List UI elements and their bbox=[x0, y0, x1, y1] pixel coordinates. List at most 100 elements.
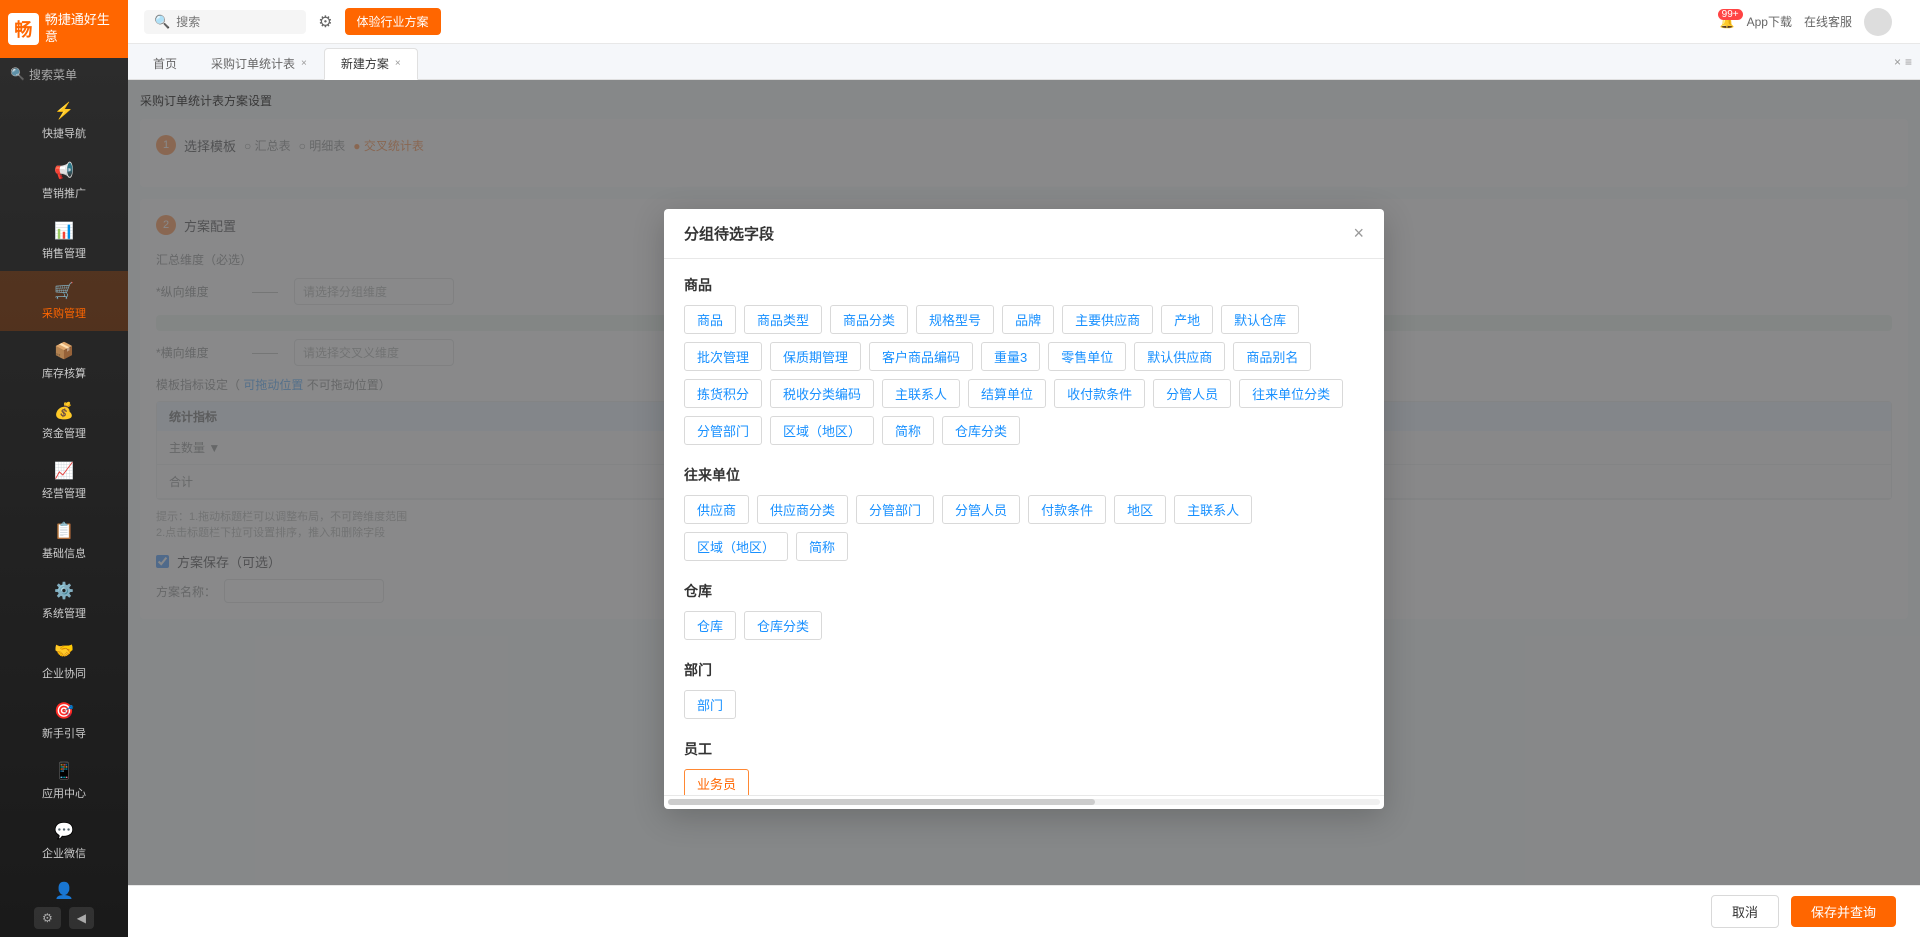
field-warehouse[interactable]: 仓库 bbox=[684, 611, 736, 640]
sales-icon: 📊 bbox=[54, 221, 74, 241]
field-retail-unit[interactable]: 零售单位 bbox=[1048, 342, 1126, 371]
field-product[interactable]: 商品 bbox=[684, 305, 736, 334]
topbar-gear-btn[interactable]: ⚙ bbox=[314, 8, 336, 36]
sidebar-item-member[interactable]: 👤 畅会员 bbox=[0, 871, 128, 899]
sidebar-item-basics[interactable]: 📋 基础信息 bbox=[0, 511, 128, 571]
field-area[interactable]: 地区 bbox=[1114, 495, 1166, 524]
field-partner-short[interactable]: 简称 bbox=[796, 532, 848, 561]
field-dept-mgmt[interactable]: 分管部门 bbox=[684, 416, 762, 445]
field-dept[interactable]: 部门 bbox=[684, 690, 736, 719]
field-salesperson[interactable]: 业务员 bbox=[684, 769, 749, 795]
collapse-btn[interactable]: ◀ bbox=[69, 907, 94, 929]
sidebar-item-marketing[interactable]: 📢 营销推广 bbox=[0, 151, 128, 211]
field-payment-cond[interactable]: 付款条件 bbox=[1028, 495, 1106, 524]
field-tax-code[interactable]: 税收分类编码 bbox=[770, 379, 874, 408]
field-partner-contact[interactable]: 主联系人 bbox=[1174, 495, 1252, 524]
topbar-search-box[interactable]: 🔍 bbox=[144, 10, 306, 34]
topbar: 🔍 ⚙ 体验行业方案 🔔99+ App下载 在线客服 bbox=[128, 0, 1920, 44]
online-service-link[interactable]: 在线客服 bbox=[1804, 13, 1852, 30]
topbar-right: 🔔99+ App下载 在线客服 bbox=[1720, 8, 1904, 36]
tab-new-plan[interactable]: 新建方案 × bbox=[324, 48, 418, 80]
inventory-icon: 📦 bbox=[54, 341, 74, 361]
tab-purchase-stats-label: 采购订单统计表 bbox=[211, 55, 295, 72]
section-warehouse: 仓库 仓库 仓库分类 bbox=[684, 581, 1364, 640]
field-short-name[interactable]: 简称 bbox=[882, 416, 934, 445]
tab-close-all-btn[interactable]: × bbox=[1894, 55, 1901, 69]
section-product-title: 商品 bbox=[684, 275, 1364, 295]
section-employee-title: 员工 bbox=[684, 739, 1364, 759]
field-supervisor[interactable]: 分管人员 bbox=[1153, 379, 1231, 408]
field-spec-model[interactable]: 规格型号 bbox=[916, 305, 994, 334]
field-product-alias[interactable]: 商品别名 bbox=[1233, 342, 1311, 371]
save-query-button[interactable]: 保存并查询 bbox=[1791, 896, 1896, 927]
field-default-warehouse[interactable]: 默认仓库 bbox=[1221, 305, 1299, 334]
sidebar-item-guide[interactable]: 🎯 新手引导 bbox=[0, 691, 128, 751]
field-pick-points[interactable]: 拣货积分 bbox=[684, 379, 762, 408]
field-shelf-life[interactable]: 保质期管理 bbox=[770, 342, 861, 371]
topbar-search-icon: 🔍 bbox=[154, 14, 170, 30]
tab-expand-btn[interactable]: ≡ bbox=[1905, 55, 1912, 69]
user-avatar[interactable] bbox=[1864, 8, 1892, 36]
modal-horizontal-scrollbar[interactable] bbox=[664, 795, 1384, 809]
section-employee: 员工 业务员 bbox=[684, 739, 1364, 795]
sidebar-item-app-center[interactable]: 📱 应用中心 bbox=[0, 751, 128, 811]
search-menu[interactable]: 🔍 搜索菜单 bbox=[0, 58, 128, 91]
cancel-button[interactable]: 取消 bbox=[1711, 895, 1779, 928]
sidebar-item-inventory-label: 库存核算 bbox=[42, 365, 86, 381]
field-region[interactable]: 区域（地区） bbox=[770, 416, 874, 445]
field-main-contact[interactable]: 主联系人 bbox=[882, 379, 960, 408]
field-warehouse-category[interactable]: 仓库分类 bbox=[744, 611, 822, 640]
purchase-icon: 🛒 bbox=[54, 281, 74, 301]
sidebar-item-purchase[interactable]: 🛒 采购管理 bbox=[0, 271, 128, 331]
field-product-category[interactable]: 商品分类 bbox=[830, 305, 908, 334]
field-origin[interactable]: 产地 bbox=[1161, 305, 1213, 334]
field-default-supplier[interactable]: 默认供应商 bbox=[1134, 342, 1225, 371]
sidebar-item-collab-label: 企业协同 bbox=[42, 665, 86, 681]
topbar-search-input[interactable] bbox=[176, 15, 296, 29]
field-partner-region[interactable]: 区域（地区） bbox=[684, 532, 788, 561]
sidebar-item-guide-label: 新手引导 bbox=[42, 725, 86, 741]
sidebar-item-wechat[interactable]: 💬 企业微信 bbox=[0, 811, 128, 871]
sidebar-item-marketing-label: 营销推广 bbox=[42, 185, 86, 201]
field-customer-code[interactable]: 客户商品编码 bbox=[869, 342, 973, 371]
sidebar-item-sales[interactable]: 📊 销售管理 bbox=[0, 211, 128, 271]
field-product-type[interactable]: 商品类型 bbox=[744, 305, 822, 334]
field-settlement-unit[interactable]: 结算单位 bbox=[968, 379, 1046, 408]
settings-bottom-btn[interactable]: ⚙ bbox=[34, 907, 61, 929]
tab-purchase-stats-close[interactable]: × bbox=[301, 58, 307, 69]
field-brand[interactable]: 品牌 bbox=[1002, 305, 1054, 334]
field-main-supplier[interactable]: 主要供应商 bbox=[1062, 305, 1153, 334]
sidebar-item-collab[interactable]: 🤝 企业协同 bbox=[0, 631, 128, 691]
modal-header: 分组待选字段 × bbox=[664, 209, 1384, 259]
modal-overlay: 分组待选字段 × 商品 商品 商品类型 商品分类 规格型号 品牌 主要供应商 产… bbox=[128, 80, 1920, 937]
system-icon: ⚙️ bbox=[54, 581, 74, 601]
sidebar-item-operations[interactable]: 📈 经营管理 bbox=[0, 451, 128, 511]
sidebar-item-finance[interactable]: 💰 资金管理 bbox=[0, 391, 128, 451]
sidebar-item-inventory[interactable]: 📦 库存核算 bbox=[0, 331, 128, 391]
app-download-link[interactable]: App下载 bbox=[1747, 13, 1792, 30]
tab-home-label: 首页 bbox=[153, 55, 177, 72]
field-weight3[interactable]: 重量3 bbox=[981, 342, 1040, 371]
notification-badge[interactable]: 🔔99+ bbox=[1720, 15, 1735, 29]
tab-home[interactable]: 首页 bbox=[136, 48, 194, 80]
search-menu-label: 搜索菜单 bbox=[29, 66, 77, 83]
sidebar-item-quick-nav[interactable]: ⚡ 快捷导航 bbox=[0, 91, 128, 151]
tab-purchase-stats[interactable]: 采购订单统计表 × bbox=[194, 48, 324, 80]
sidebar-item-system[interactable]: ⚙️ 系统管理 bbox=[0, 571, 128, 631]
field-partner-dept[interactable]: 分管部门 bbox=[856, 495, 934, 524]
section-department: 部门 部门 bbox=[684, 660, 1364, 719]
sidebar-item-operations-label: 经营管理 bbox=[42, 485, 86, 501]
field-payment-terms[interactable]: 收付款条件 bbox=[1054, 379, 1145, 408]
member-icon: 👤 bbox=[54, 881, 74, 899]
scroll-thumb bbox=[668, 799, 1095, 805]
field-partner-supervisor[interactable]: 分管人员 bbox=[942, 495, 1020, 524]
tab-new-plan-close[interactable]: × bbox=[395, 58, 401, 69]
product-fields-grid: 商品 商品类型 商品分类 规格型号 品牌 主要供应商 产地 默认仓库 批次管理 … bbox=[684, 305, 1364, 445]
modal-close-btn[interactable]: × bbox=[1353, 223, 1364, 244]
field-supplier[interactable]: 供应商 bbox=[684, 495, 749, 524]
experience-btn[interactable]: 体验行业方案 bbox=[345, 8, 441, 35]
field-batch-mgmt[interactable]: 批次管理 bbox=[684, 342, 762, 371]
field-warehouse-cat[interactable]: 仓库分类 bbox=[942, 416, 1020, 445]
field-partner-category[interactable]: 往来单位分类 bbox=[1239, 379, 1343, 408]
field-supplier-cat[interactable]: 供应商分类 bbox=[757, 495, 848, 524]
